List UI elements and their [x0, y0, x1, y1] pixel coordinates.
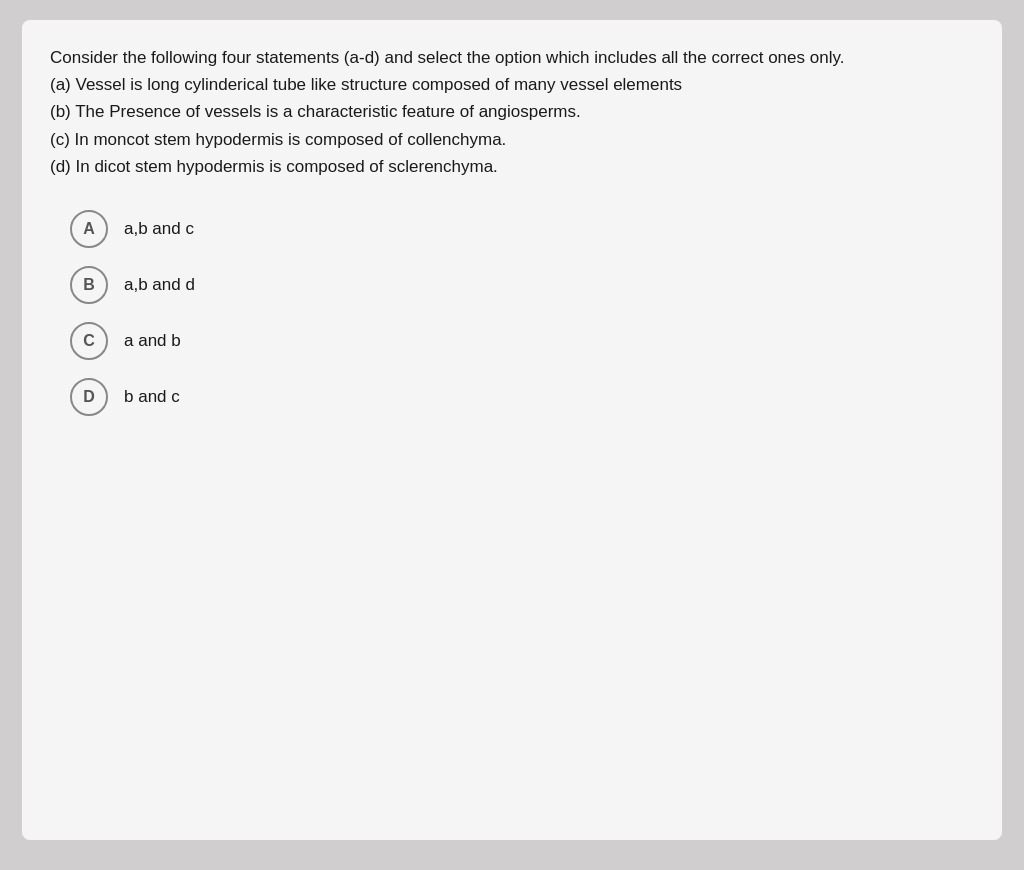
option-d-circle: D: [70, 378, 108, 416]
option-c-circle: C: [70, 322, 108, 360]
option-a[interactable]: A a,b and c: [70, 210, 974, 248]
option-b-circle: B: [70, 266, 108, 304]
question-card: Consider the following four statements (…: [22, 20, 1002, 840]
statement-a: (a) Vessel is long cylinderical tube lik…: [50, 75, 682, 94]
statement-b: (b) The Presence of vessels is a charact…: [50, 102, 581, 121]
option-c[interactable]: C a and b: [70, 322, 974, 360]
option-a-circle: A: [70, 210, 108, 248]
option-c-label: a and b: [124, 331, 181, 351]
question-intro: Consider the following four statements (…: [50, 48, 844, 67]
question-text: Consider the following four statements (…: [50, 44, 974, 180]
option-b-label: a,b and d: [124, 275, 195, 295]
option-b[interactable]: B a,b and d: [70, 266, 974, 304]
options-list: A a,b and c B a,b and d C a and b D b an…: [50, 210, 974, 416]
option-a-label: a,b and c: [124, 219, 194, 239]
statement-c: (c) In moncot stem hypodermis is compose…: [50, 130, 506, 149]
statement-d: (d) In dicot stem hypodermis is composed…: [50, 157, 498, 176]
option-d[interactable]: D b and c: [70, 378, 974, 416]
option-d-label: b and c: [124, 387, 180, 407]
